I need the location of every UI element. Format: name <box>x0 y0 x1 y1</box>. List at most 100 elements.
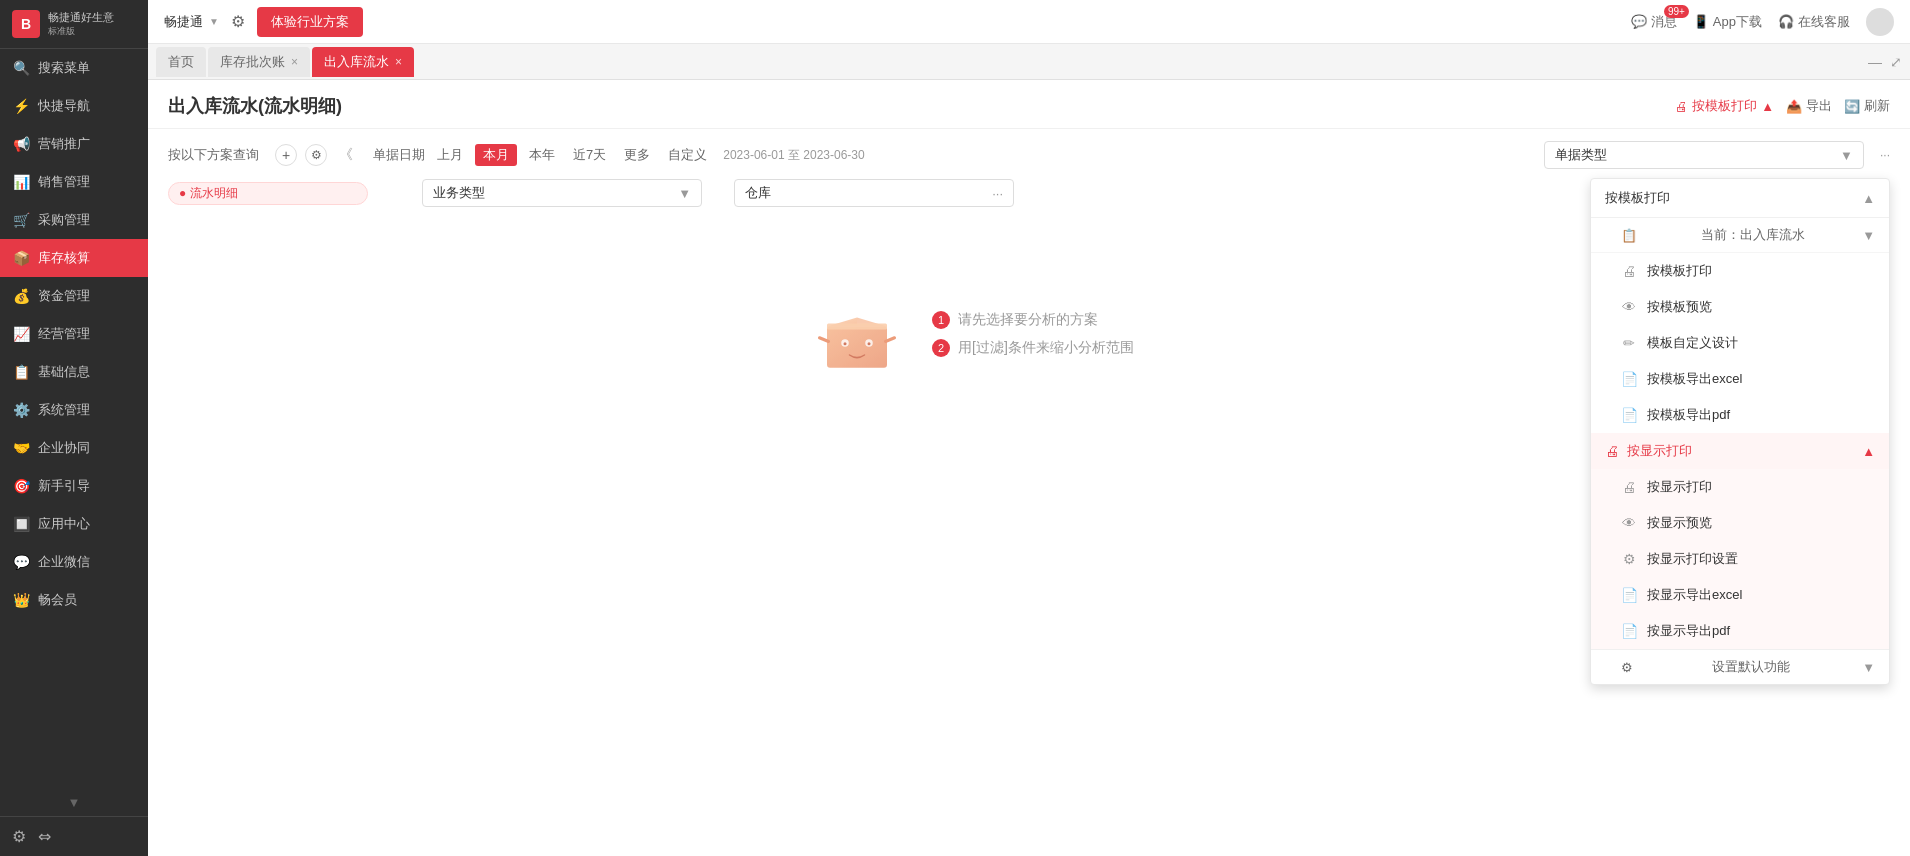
doc-type-label: 单据类型 <box>1555 146 1607 164</box>
dropdown-default-section[interactable]: ⚙ 设置默认功能 ▼ <box>1591 649 1889 684</box>
warehouse-label: 仓库 <box>745 184 771 202</box>
dropdown-template-export-pdf[interactable]: 📄 按模板导出pdf <box>1591 397 1889 433</box>
filter-add-btn[interactable]: + <box>275 144 297 166</box>
tip-num-2: 2 <box>932 339 950 357</box>
export-btn[interactable]: 📤 导出 <box>1786 97 1832 115</box>
user-selector[interactable]: 畅捷通 ▼ <box>164 13 219 31</box>
megaphone-icon: 📢 <box>12 135 30 153</box>
refresh-btn[interactable]: 🔄 刷新 <box>1844 97 1890 115</box>
online-service-label: 在线客服 <box>1798 13 1850 31</box>
svg-rect-0 <box>827 327 887 368</box>
sidebar-item-label: 营销推广 <box>38 135 90 153</box>
sidebar-item-operations[interactable]: 📈 经营管理 <box>0 315 148 353</box>
tabs-bar: 首页 库存批次账 × 出入库流水 × — ⤢ <box>148 44 1910 80</box>
doc-type-select[interactable]: 单据类型 ▼ <box>1544 141 1864 169</box>
wechat-icon: 💬 <box>12 553 30 571</box>
sidebar-item-enterprise[interactable]: 🤝 企业协同 <box>0 429 148 467</box>
app-badge: 标准版 <box>48 25 114 38</box>
sidebar-item-inventory[interactable]: 📦 库存核算 <box>0 239 148 277</box>
pdf-icon: 📄 <box>1621 407 1637 423</box>
display-section-icon: 🖨 <box>1605 443 1619 459</box>
dropdown-template-preview[interactable]: 👁 按模板预览 <box>1591 289 1889 325</box>
notification-item[interactable]: 💬 消息 99+ <box>1631 13 1677 31</box>
sidebar-item-sales[interactable]: 📊 销售管理 <box>0 163 148 201</box>
notification-badge: 99+ <box>1664 5 1689 18</box>
sidebar-scroll-down[interactable]: ▼ <box>0 789 148 816</box>
date-option-last-7-days[interactable]: 近7天 <box>567 144 612 166</box>
date-range-display: 2023-06-01 至 2023-06-30 <box>723 147 864 164</box>
tab-home[interactable]: 首页 <box>156 47 206 77</box>
sidebar-logo: B 畅捷通好生意 标准版 <box>0 0 148 49</box>
dropdown-template-export-excel[interactable]: 📄 按模板导出excel <box>1591 361 1889 397</box>
date-option-this-year[interactable]: 本年 <box>523 144 561 166</box>
money-icon: 💰 <box>12 287 30 305</box>
default-section-arrow: ▼ <box>1862 660 1875 675</box>
dropdown-template-print[interactable]: 🖨 按模板打印 <box>1591 253 1889 289</box>
tab-minimize-icon[interactable]: — <box>1868 54 1882 70</box>
sidebar-item-label: 经营管理 <box>38 325 90 343</box>
filter-tag-liushui[interactable]: ● 流水明细 <box>168 182 368 205</box>
topbar-settings-icon[interactable]: ⚙ <box>231 12 245 31</box>
settings-icon: ⚙ <box>1621 551 1637 567</box>
app-logo-icon: B <box>12 10 40 38</box>
dropdown-display-section-header[interactable]: 🖨 按显示打印 ▲ <box>1591 433 1889 469</box>
doc-type-more-icon[interactable]: ··· <box>1880 148 1890 162</box>
sidebar-item-finance[interactable]: 💰 资金管理 <box>0 277 148 315</box>
settings-bottom-icon[interactable]: ⚙ <box>12 827 26 846</box>
dropdown-display-export-pdf[interactable]: 📄 按显示导出pdf <box>1591 613 1889 649</box>
sidebar-item-system[interactable]: ⚙️ 系统管理 <box>0 391 148 429</box>
sidebar-item-wechat[interactable]: 💬 企业微信 <box>0 543 148 581</box>
default-section-icon: ⚙ <box>1621 660 1633 675</box>
sidebar-item-label: 畅会员 <box>38 591 77 609</box>
print-dropdown-panel: 按模板打印 ▲ 📋 当前：出入库流水 ▼ 🖨 按模板打印 👁 <box>1590 178 1890 685</box>
warehouse-select[interactable]: 仓库 ··· <box>734 179 1014 207</box>
tip-num-1: 1 <box>932 311 950 329</box>
tab-maximize-icon[interactable]: ⤢ <box>1890 54 1902 70</box>
chart-icon: 📊 <box>12 173 30 191</box>
date-option-this-month[interactable]: 本月 <box>475 144 517 166</box>
dropdown-current-arrow: ▼ <box>1862 228 1875 243</box>
dropdown-collapse-icon[interactable]: ▲ <box>1862 191 1875 206</box>
phone-icon: 📱 <box>1693 14 1709 29</box>
sidebar-item-label: 库存核算 <box>38 249 90 267</box>
dropdown-display-print-settings[interactable]: ⚙ 按显示打印设置 <box>1591 541 1889 577</box>
collapse-sidebar-icon[interactable]: ⇔ <box>38 827 51 846</box>
filter-tag-label: 流水明细 <box>190 185 238 202</box>
sidebar-item-apps[interactable]: 🔲 应用中心 <box>0 505 148 543</box>
sidebar-item-guide[interactable]: 🎯 新手引导 <box>0 467 148 505</box>
dropdown-template-design[interactable]: ✏ 模板自定义设计 <box>1591 325 1889 361</box>
dropdown-current-label: 当前：出入库流水 <box>1701 226 1805 244</box>
sidebar-item-search[interactable]: 🔍 搜索菜单 <box>0 49 148 87</box>
date-option-custom[interactable]: 自定义 <box>662 144 713 166</box>
dropdown-display-preview[interactable]: 👁 按显示预览 <box>1591 505 1889 541</box>
business-type-label: 业务类型 <box>433 184 485 202</box>
business-type-select[interactable]: 业务类型 ▼ <box>422 179 702 207</box>
tab-batch-ledger[interactable]: 库存批次账 × <box>208 47 310 77</box>
sidebar-item-vip[interactable]: 👑 畅会员 <box>0 581 148 619</box>
tab-close-icon[interactable]: × <box>291 55 298 69</box>
sidebar-item-marketing[interactable]: 📢 营销推广 <box>0 125 148 163</box>
tab-warehouse-flow[interactable]: 出入库流水 × <box>312 47 414 77</box>
sidebar-item-quick-nav[interactable]: ⚡ 快捷导航 <box>0 87 148 125</box>
dropdown-display-export-excel[interactable]: 📄 按显示导出excel <box>1591 577 1889 613</box>
industry-btn[interactable]: 体验行业方案 <box>257 7 363 37</box>
excel-icon: 📄 <box>1621 587 1637 603</box>
sidebar-item-purchase[interactable]: 🛒 采购管理 <box>0 201 148 239</box>
date-option-last-month[interactable]: 上月 <box>431 144 469 166</box>
print-template-btn[interactable]: 🖨 按模板打印 ▲ <box>1675 97 1774 115</box>
dropdown-current-icon: 📋 <box>1621 228 1637 243</box>
tip-text-2: 用[过滤]条件来缩小分析范围 <box>958 339 1134 357</box>
date-option-more[interactable]: 更多 <box>618 144 656 166</box>
sidebar-item-basic[interactable]: 📋 基础信息 <box>0 353 148 391</box>
dropdown-item-label: 按模板打印 <box>1647 262 1712 280</box>
sidebar-item-label: 快捷导航 <box>38 97 90 115</box>
app-download-item[interactable]: 📱 App下载 <box>1693 13 1762 31</box>
excel-icon: 📄 <box>1621 371 1637 387</box>
online-service-item[interactable]: 🎧 在线客服 <box>1778 13 1850 31</box>
filter-collapse-btn[interactable]: 《 <box>335 144 357 166</box>
headset-icon: 🎧 <box>1778 14 1794 29</box>
tab-close-icon[interactable]: × <box>395 55 402 69</box>
user-avatar[interactable] <box>1866 8 1894 36</box>
dropdown-display-print[interactable]: 🖨 按显示打印 <box>1591 469 1889 505</box>
filter-settings-btn[interactable]: ⚙ <box>305 144 327 166</box>
